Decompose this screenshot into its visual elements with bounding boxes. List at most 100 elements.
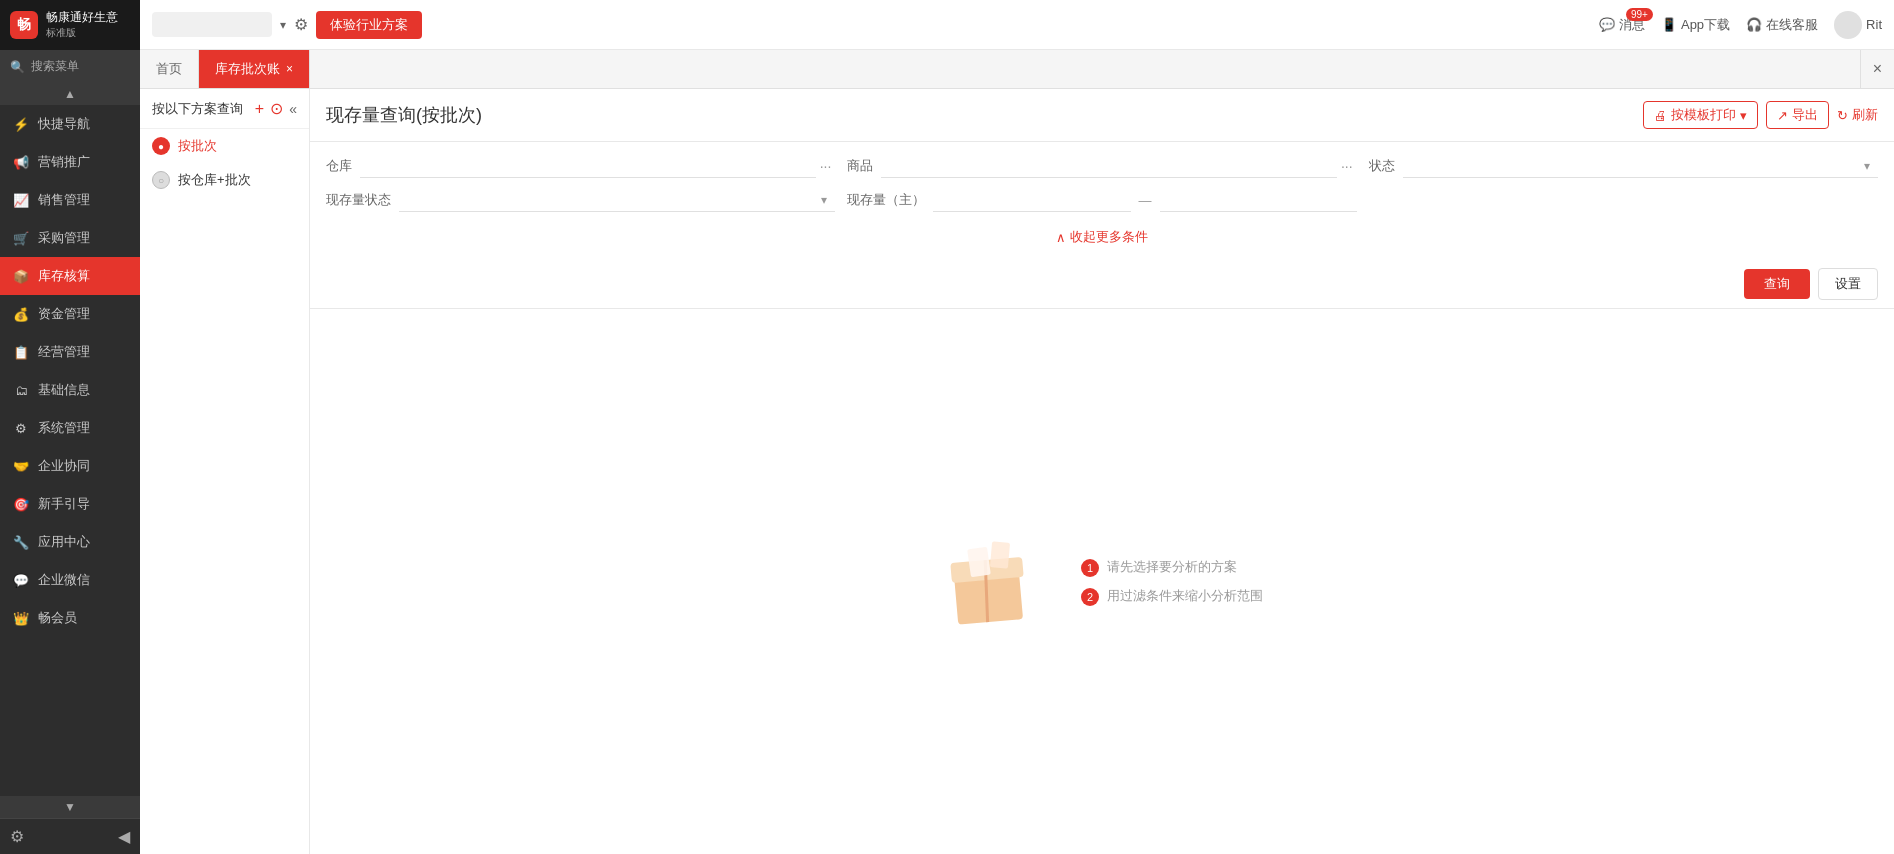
hint-1-num: 1	[1081, 559, 1099, 577]
inventory-icon: 📦	[12, 267, 30, 285]
settings-button[interactable]: 设置	[1818, 268, 1878, 300]
search-menu-label: 搜索菜单	[31, 58, 79, 75]
app-download-btn[interactable]: 📱 App下载	[1661, 16, 1730, 34]
member-icon: 👑	[12, 609, 30, 627]
print-dropdown-icon[interactable]: ▾	[1740, 108, 1747, 123]
tab-home[interactable]: 首页	[140, 50, 199, 88]
scheme-item-batch[interactable]: ● 按批次	[140, 129, 309, 163]
sidebar-item-enterprise[interactable]: 🤝 企业协同	[0, 447, 140, 485]
sidebar-item-newbie[interactable]: 🎯 新手引导	[0, 485, 140, 523]
stock-qty-max[interactable]	[1160, 188, 1357, 212]
tab-inventory-batch[interactable]: 库存批次账 ×	[199, 50, 310, 88]
trial-button[interactable]: 体验行业方案	[316, 11, 422, 39]
scheme-settings-btn[interactable]: ⊙	[270, 99, 283, 118]
sidebar-item-sales[interactable]: 📈 销售管理	[0, 181, 140, 219]
tab-close-icon[interactable]: ×	[286, 62, 293, 76]
stock-qty-range: —	[933, 188, 1356, 212]
collapse-more-btn[interactable]: ∧ 收起更多条件	[326, 222, 1878, 252]
warehouse-more-btn[interactable]: ···	[816, 158, 836, 174]
scheme-label-batch: 按批次	[178, 137, 217, 155]
sidebar-item-inventory[interactable]: 📦 库存核算	[0, 257, 140, 295]
sidebar-item-wechat[interactable]: 💬 企业微信	[0, 561, 140, 599]
online-service-btn[interactable]: 🎧 在线客服	[1746, 16, 1818, 34]
app-logo: 畅	[10, 11, 38, 39]
sidebar-item-marketing[interactable]: 📢 营销推广	[0, 143, 140, 181]
sidebar-item-app-center[interactable]: 🔧 应用中心	[0, 523, 140, 561]
scheme-item-warehouse-batch[interactable]: ○ 按仓库+批次	[140, 163, 309, 197]
sidebar-scroll-up[interactable]: ▲	[0, 83, 140, 105]
messages-btn[interactable]: 💬 消息 99+	[1599, 16, 1645, 34]
empty-icon	[941, 532, 1041, 632]
add-scheme-btn[interactable]: +	[255, 100, 264, 118]
print-btn[interactable]: 🖨 按模板打印 ▾	[1643, 101, 1758, 129]
sidebar-item-label: 销售管理	[38, 191, 90, 209]
sidebar-item-quick-nav[interactable]: ⚡ 快捷导航	[0, 105, 140, 143]
system-icon: ⚙	[12, 419, 30, 437]
sidebar-item-label: 快捷导航	[38, 115, 90, 133]
filter-status: 状态 ▾	[1369, 155, 1878, 178]
page-title: 现存量查询(按批次)	[326, 103, 482, 127]
user-btn[interactable]: Rit	[1834, 11, 1882, 39]
product-input[interactable]	[881, 154, 1337, 178]
sidebar-item-label: 新手引导	[38, 495, 90, 513]
tab-home-label: 首页	[156, 60, 182, 78]
export-btn[interactable]: ↗ 导出	[1766, 101, 1829, 129]
left-panel: 按以下方案查询 + ⊙ « ● 按批次 ○ 按仓库+批次	[140, 89, 310, 854]
query-button[interactable]: 查询	[1744, 269, 1810, 299]
sidebar-item-label: 系统管理	[38, 419, 90, 437]
scheme-label-warehouse-batch: 按仓库+批次	[178, 171, 251, 189]
newbie-icon: 🎯	[12, 495, 30, 513]
left-panel-title: 按以下方案查询	[152, 100, 243, 118]
sales-icon: 📈	[12, 191, 30, 209]
sidebar-item-basics[interactable]: 🗂 基础信息	[0, 371, 140, 409]
sidebar-scroll-down[interactable]: ▼	[0, 796, 140, 818]
action-row: 查询 设置	[310, 264, 1894, 309]
status-select[interactable]: ▾	[1403, 155, 1878, 178]
svg-rect-3	[967, 546, 991, 577]
filter-product: 商品 ···	[847, 154, 1356, 178]
app-info: 畅康通好生意 标准版	[46, 10, 118, 40]
sidebar-item-member[interactable]: 👑 畅会员	[0, 599, 140, 637]
sidebar-header: 畅 畅康通好生意 标准版	[0, 0, 140, 50]
filter-area: 仓库 ··· 商品 ··· 状态	[310, 142, 1894, 264]
footer-settings-icon[interactable]: ⚙	[10, 827, 24, 846]
purchase-icon: 🛒	[12, 229, 30, 247]
sidebar-nav: ⚡ 快捷导航 📢 营销推广 📈 销售管理 🛒 采购管理 📦 库存核算 💰 资金管…	[0, 105, 140, 796]
tabs-close-all-btn[interactable]: ×	[1860, 50, 1894, 88]
app-download-label: App下载	[1681, 16, 1730, 34]
marketing-icon: 📢	[12, 153, 30, 171]
filter-row-2: 现存量状态 ▾ 现存量（主） —	[326, 188, 1878, 212]
topbar-gear-icon[interactable]: ⚙	[294, 15, 308, 34]
stock-status-select[interactable]: ▾	[399, 189, 835, 212]
sidebar-item-label: 企业微信	[38, 571, 90, 589]
collapse-label: 收起更多条件	[1070, 228, 1148, 246]
product-more-btn[interactable]: ···	[1337, 158, 1357, 174]
footer-collapse-icon[interactable]: ◀	[118, 827, 130, 846]
range-dash: —	[1139, 193, 1152, 208]
sidebar-item-label: 营销推广	[38, 153, 90, 171]
empty-hint-2: 2 用过滤条件来缩小分析范围	[1081, 587, 1263, 606]
warehouse-input[interactable]	[360, 154, 816, 178]
stock-status-dropdown-icon: ▾	[821, 193, 827, 207]
topbar-dropdown-icon[interactable]: ▾	[280, 18, 286, 32]
sidebar-item-purchase[interactable]: 🛒 采购管理	[0, 219, 140, 257]
search-menu[interactable]: 🔍 搜索菜单	[0, 50, 140, 83]
refresh-btn[interactable]: ↻ 刷新	[1837, 106, 1878, 124]
close-all-icon: ×	[1873, 60, 1882, 78]
stock-qty-min[interactable]	[933, 188, 1130, 212]
collapse-icon: ∧	[1056, 230, 1066, 245]
sidebar-item-operations[interactable]: 📋 经营管理	[0, 333, 140, 371]
finance-icon: 💰	[12, 305, 30, 323]
phone-icon: 📱	[1661, 17, 1677, 32]
sidebar-item-label: 资金管理	[38, 305, 90, 323]
sidebar-item-system[interactable]: ⚙ 系统管理	[0, 409, 140, 447]
main-area: ▾ ⚙ 体验行业方案 💬 消息 99+ 📱 App下载 🎧 在线客服 Rit	[140, 0, 1894, 854]
wechat-icon: 💬	[12, 571, 30, 589]
refresh-icon: ↻	[1837, 108, 1848, 123]
sidebar-item-finance[interactable]: 💰 资金管理	[0, 295, 140, 333]
basics-icon: 🗂	[12, 381, 30, 399]
hint-1-text: 请先选择要分析的方案	[1107, 558, 1237, 576]
left-panel-collapse-btn[interactable]: «	[289, 101, 297, 117]
scheme-dot-batch: ●	[152, 137, 170, 155]
sidebar-item-label: 畅会员	[38, 609, 77, 627]
